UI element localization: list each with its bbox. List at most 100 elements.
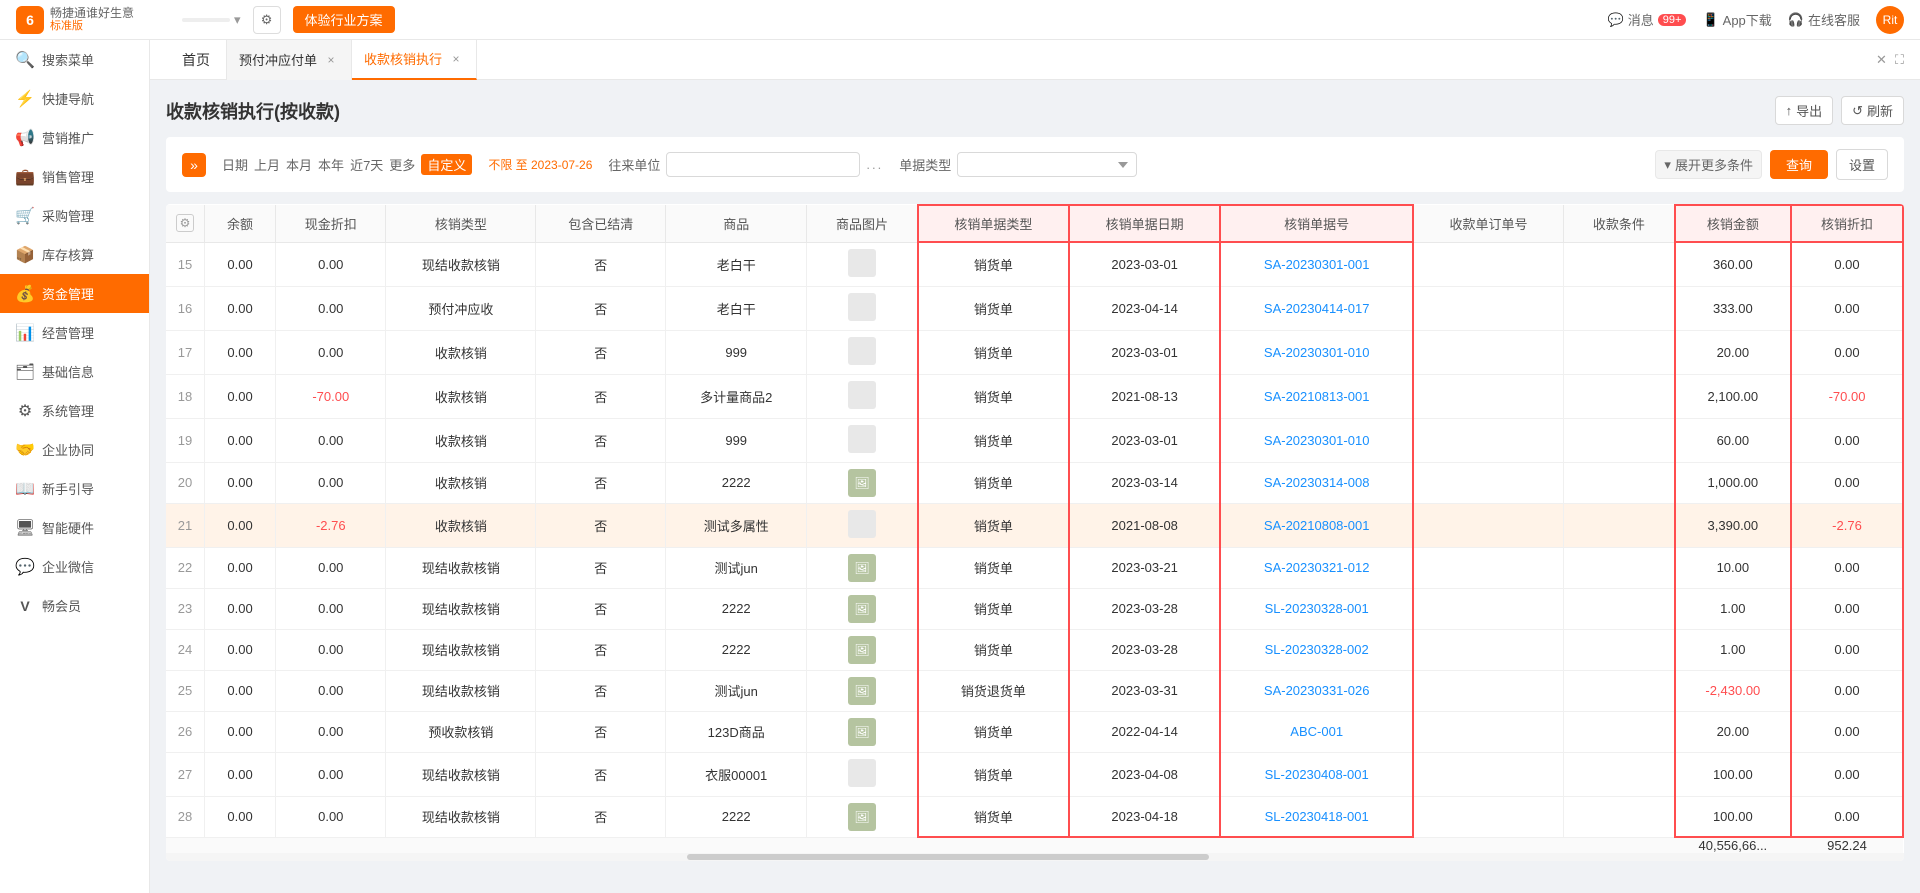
date-last-month[interactable]: 上月 — [254, 155, 280, 174]
table-row: 19 0.00 0.00 收款核销 否 999 销货单 2023-03-01 S… — [166, 418, 1903, 462]
cell-goods: 999 — [666, 330, 807, 374]
tab-prepay[interactable]: 预付冲应付单 × — [227, 40, 352, 80]
tab-prepay-label: 预付冲应付单 — [239, 50, 317, 69]
date-7days[interactable]: 近7天 — [350, 155, 383, 174]
cell-condition — [1564, 330, 1675, 374]
message-badge: 99+ — [1658, 14, 1687, 26]
sidebar-item-enterprise[interactable]: 🤝 企业协同 — [0, 430, 149, 469]
doc-no-link[interactable]: SA-20230331-026 — [1264, 683, 1370, 698]
doc-no-link[interactable]: SA-20230301-010 — [1264, 433, 1370, 448]
cell-type: 现结收款核销 — [386, 752, 536, 796]
from-unit-input[interactable] — [666, 152, 860, 177]
tab-collection-close[interactable]: × — [448, 51, 464, 67]
message-btn[interactable]: 💬 消息 99+ — [1608, 10, 1687, 29]
sidebar-item-inventory[interactable]: 📦 库存核算 — [0, 235, 149, 274]
settings-button[interactable]: 设置 — [1836, 149, 1888, 180]
window-close-icon[interactable]: ✕ — [1876, 52, 1887, 68]
doc-no-link[interactable]: SA-20210808-001 — [1264, 518, 1370, 533]
chevron-down-icon: ▾ — [234, 12, 241, 28]
single-type-select[interactable] — [957, 152, 1137, 177]
main-layout: 🔍 搜索菜单 ⚡ 快捷导航 📢 营销推广 💼 销售管理 🛒 采购管理 📦 库存核… — [0, 40, 1920, 893]
sidebar-item-hardware[interactable]: 🖥 智能硬件 — [0, 508, 149, 547]
doc-no-link[interactable]: SA-20230321-012 — [1264, 560, 1370, 575]
tab-bar: 首页 预付冲应付单 × 收款核销执行 × ✕ ⛶ — [150, 40, 1920, 80]
refresh-button[interactable]: ↺ 刷新 — [1841, 96, 1904, 125]
th-condition: 收款条件 — [1564, 205, 1675, 242]
sidebar-item-system[interactable]: ⚙ 系统管理 — [0, 391, 149, 430]
company-selector[interactable]: ▾ — [182, 12, 241, 28]
cell-included: 否 — [536, 418, 666, 462]
scrollbar-thumb[interactable] — [687, 854, 1208, 860]
doc-no-link[interactable]: SA-20230414-017 — [1264, 301, 1370, 316]
cell-goods: 2222 — [666, 588, 807, 629]
cell-discount: 0.00 — [1791, 752, 1903, 796]
doc-no-link[interactable]: ABC-001 — [1290, 724, 1343, 739]
th-order-no: 收款单订单号 — [1413, 205, 1563, 242]
sidebar-item-marketing[interactable]: 📢 营销推广 — [0, 118, 149, 157]
doc-no-link[interactable]: SA-20230301-001 — [1264, 257, 1370, 272]
user-avatar[interactable]: Rit — [1876, 6, 1904, 34]
date-this-year[interactable]: 本年 — [318, 155, 344, 174]
sidebar-item-operations[interactable]: 📊 经营管理 — [0, 313, 149, 352]
trial-button[interactable]: 体验行业方案 — [293, 6, 395, 33]
export-button[interactable]: ↑ 导出 — [1775, 96, 1834, 125]
tab-home[interactable]: 首页 — [166, 40, 227, 80]
cell-num: 27 — [166, 752, 205, 796]
sidebar-item-sales[interactable]: 💼 销售管理 — [0, 157, 149, 196]
th-settings[interactable]: ⚙ — [166, 205, 205, 242]
online-service-btn[interactable]: 🎧 在线客服 — [1788, 10, 1860, 29]
doc-no-link[interactable]: SL-20230418-001 — [1265, 809, 1369, 824]
sidebar-item-purchase[interactable]: 🛒 采购管理 — [0, 196, 149, 235]
tab-actions: ✕ ⛶ — [1876, 52, 1904, 68]
logo-area: 6 畅捷通谁好生意 标准版 — [16, 6, 166, 34]
cell-amount: 100.00 — [1675, 796, 1791, 837]
column-settings-icon[interactable]: ⚙ — [176, 214, 194, 232]
expand-conditions-btn[interactable]: ▾ 展开更多条件 — [1655, 150, 1762, 179]
settings-icon[interactable]: ⚙ — [253, 6, 281, 34]
data-table-container: ⚙ 余额 现金折扣 核销类型 包含已结清 商品 商品图片 核销单据类型 核销单据… — [166, 204, 1904, 861]
sidebar-label-guide: 新手引导 — [42, 479, 94, 498]
doc-no-link[interactable]: SA-20210813-001 — [1264, 389, 1370, 404]
th-cash-discount: 现金折扣 — [276, 205, 386, 242]
cell-cash-discount: 0.00 — [276, 711, 386, 752]
cell-balance: 0.00 — [205, 286, 276, 330]
window-maximize-icon[interactable]: ⛶ — [1895, 52, 1904, 68]
cell-type: 收款核销 — [386, 418, 536, 462]
query-button[interactable]: 查询 — [1770, 150, 1828, 179]
cell-cash-discount: 0.00 — [276, 242, 386, 286]
sidebar-item-basic-info[interactable]: 🗂 基础信息 — [0, 352, 149, 391]
sidebar-item-search[interactable]: 🔍 搜索菜单 — [0, 40, 149, 79]
cell-num: 20 — [166, 462, 205, 503]
sidebar-item-wechat[interactable]: 💬 企业微信 — [0, 547, 149, 586]
cell-cash-discount: 0.00 — [276, 629, 386, 670]
sidebar-item-member[interactable]: V 畅会员 — [0, 586, 149, 625]
cell-condition — [1564, 374, 1675, 418]
cell-doc-no: ABC-001 — [1220, 711, 1413, 752]
horizontal-scrollbar[interactable] — [166, 853, 1904, 861]
sidebar-item-guide[interactable]: 📖 新手引导 — [0, 469, 149, 508]
date-this-month[interactable]: 本月 — [286, 155, 312, 174]
cell-doc-type: 销货单 — [918, 752, 1069, 796]
cell-balance: 0.00 — [205, 462, 276, 503]
app-download-btn[interactable]: 📱 App下载 — [1702, 10, 1771, 29]
doc-no-link[interactable]: SA-20230301-010 — [1264, 345, 1370, 360]
purchase-icon: 🛒 — [16, 207, 34, 225]
cell-goods: 衣服00001 — [666, 752, 807, 796]
sidebar-item-finance[interactable]: 💰 资金管理 — [0, 274, 149, 313]
cell-amount: 100.00 — [1675, 752, 1791, 796]
tab-collection[interactable]: 收款核销执行 × — [352, 40, 477, 80]
cell-num: 22 — [166, 547, 205, 588]
doc-no-link[interactable]: SL-20230328-002 — [1265, 642, 1369, 657]
filter-expand-button[interactable]: » — [182, 153, 206, 177]
tab-prepay-close[interactable]: × — [323, 52, 339, 68]
date-more[interactable]: 更多 — [389, 155, 415, 174]
cell-cash-discount: 0.00 — [276, 547, 386, 588]
logo-icon: 6 — [16, 6, 44, 34]
date-custom[interactable]: 自定义 — [421, 154, 472, 175]
doc-no-link[interactable]: SL-20230328-001 — [1265, 601, 1369, 616]
cell-doc-date: 2023-03-14 — [1069, 462, 1220, 503]
doc-no-link[interactable]: SA-20230314-008 — [1264, 475, 1370, 490]
doc-no-link[interactable]: SL-20230408-001 — [1265, 767, 1369, 782]
cell-doc-date: 2022-04-14 — [1069, 711, 1220, 752]
sidebar-item-quick-nav[interactable]: ⚡ 快捷导航 — [0, 79, 149, 118]
